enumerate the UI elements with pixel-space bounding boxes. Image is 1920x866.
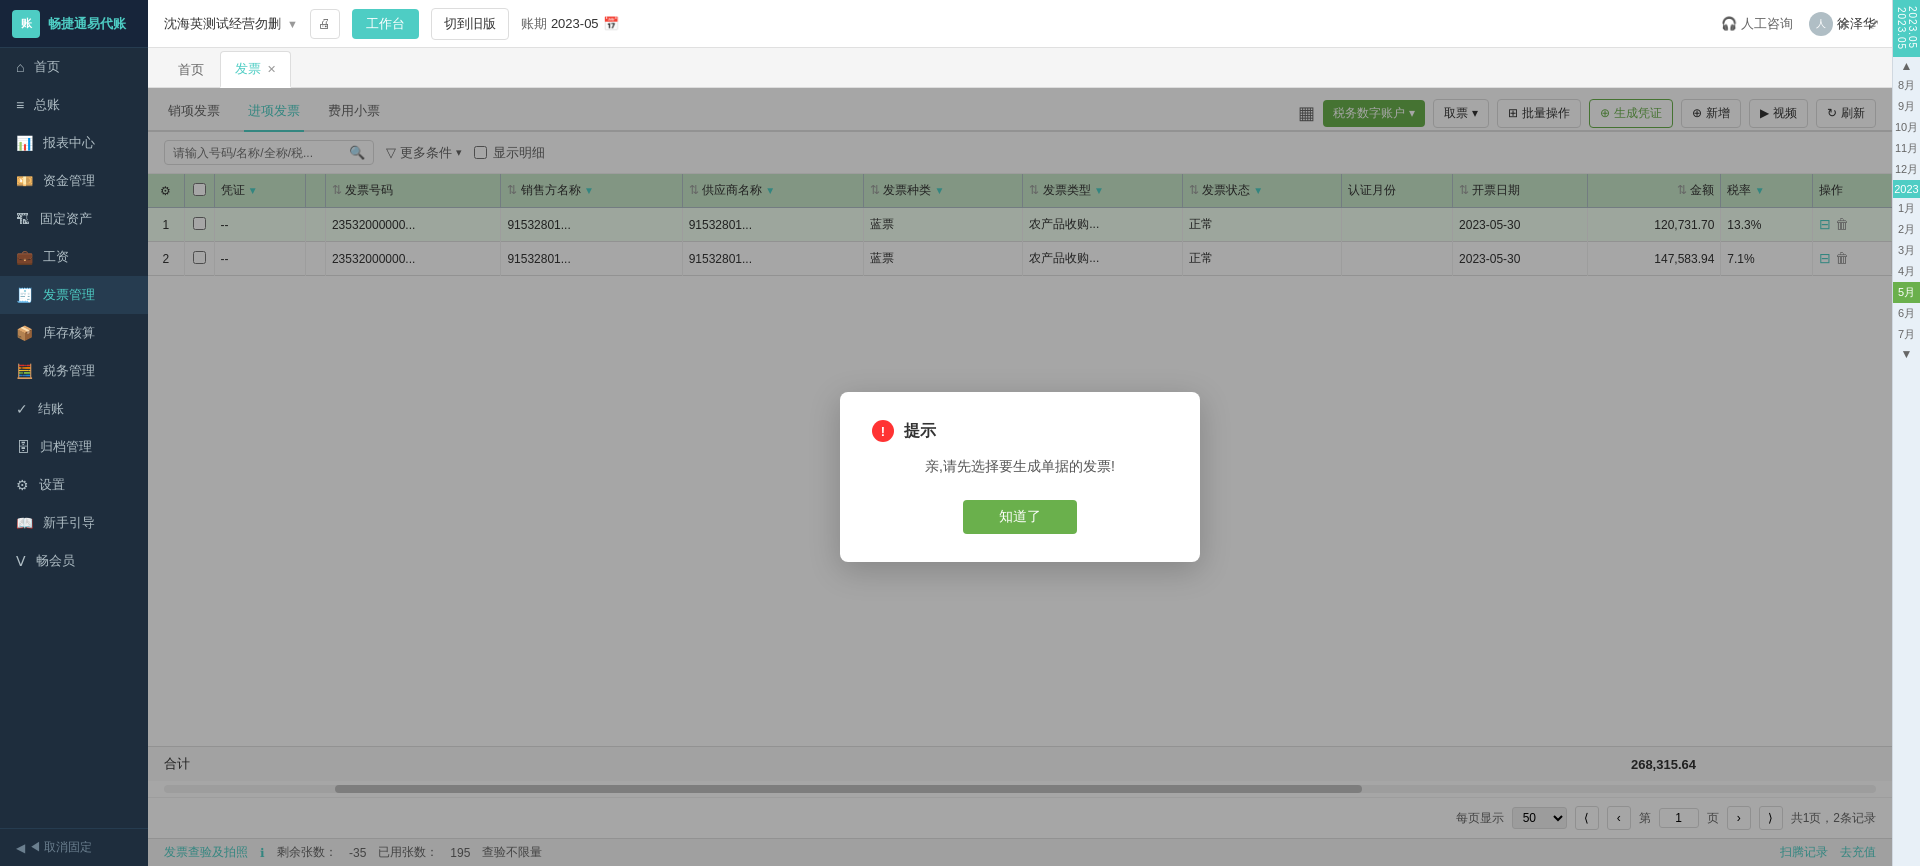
settings-icon: ⚙: [16, 477, 29, 493]
member-icon: Ⅴ: [16, 553, 26, 569]
sidebar-item-member[interactable]: Ⅴ 畅会员: [0, 542, 148, 580]
month-7[interactable]: 7月: [1893, 324, 1920, 345]
sidebar-item-capital[interactable]: 💴 资金管理: [0, 162, 148, 200]
period-up-arrow[interactable]: ▲: [1893, 57, 1920, 75]
unpin-label[interactable]: ◀ 取消固定: [29, 839, 92, 856]
month-3[interactable]: 3月: [1893, 240, 1920, 261]
ledger-icon: ≡: [16, 97, 24, 113]
tab-invoice[interactable]: 发票 ✕: [220, 51, 291, 88]
company-selector[interactable]: 沈海英测试经营勿删 ▼: [164, 15, 298, 33]
archive-icon: 🗄: [16, 439, 30, 455]
logo-text: 畅捷通易代账: [48, 15, 126, 33]
workspace-button[interactable]: 工作台: [352, 9, 419, 39]
period-selector-label[interactable]: 2023.05 2023.05: [1893, 0, 1920, 57]
sidebar-item-salary[interactable]: 💼 工资: [0, 238, 148, 276]
headset-icon: 🎧: [1721, 16, 1737, 31]
month-10[interactable]: 10月: [1893, 117, 1920, 138]
close-window-button[interactable]: ✕: [1830, 10, 1858, 38]
month-1[interactable]: 1月: [1893, 198, 1920, 219]
invoice-icon: 🧾: [16, 287, 33, 303]
tax-icon: 🧮: [16, 363, 33, 379]
company-name: 沈海英测试经营勿删: [164, 15, 281, 33]
inventory-icon: 📦: [16, 325, 33, 341]
topbar: 沈海英测试经营勿删 ▼ 🖨 工作台 切到旧版 账期 2023-05 📅 🎧 人工…: [148, 0, 1892, 48]
sidebar-item-guide[interactable]: 📖 新手引导: [0, 504, 148, 542]
sidebar-item-assets[interactable]: 🏗 固定资产: [0, 200, 148, 238]
guide-icon: 📖: [16, 515, 33, 531]
sidebar-item-inventory[interactable]: 📦 库存核算: [0, 314, 148, 352]
page-content: 销项发票 进项发票 费用小票 ▦ 税务数字账户 ▾ 取票: [148, 88, 1892, 866]
sidebar-item-ledger[interactable]: ≡ 总账: [0, 86, 148, 124]
modal-body: 亲,请先选择要生成单据的发票!: [872, 458, 1168, 476]
month-11[interactable]: 11月: [1893, 138, 1920, 159]
unpin-icon: ◀: [16, 841, 25, 855]
sidebar-item-tax[interactable]: 🧮 税务管理: [0, 352, 148, 390]
window-controls: ✕ ⤢: [1830, 0, 1888, 48]
sidebar-item-archive[interactable]: 🗄 归档管理: [0, 428, 148, 466]
support-button[interactable]: 🎧 人工咨询: [1721, 15, 1793, 33]
logo-icon: 账: [12, 10, 40, 38]
modal-box: ! 提示 亲,请先选择要生成单据的发票! 知道了: [840, 392, 1200, 562]
month-8[interactable]: 8月: [1893, 75, 1920, 96]
tab-home[interactable]: 首页: [164, 53, 218, 87]
sidebar-item-invoice[interactable]: 🧾 发票管理: [0, 276, 148, 314]
modal-title-text: 提示: [904, 421, 936, 442]
assets-icon: 🏗: [16, 211, 30, 227]
sidebar-logo[interactable]: 账 畅捷通易代账: [0, 0, 148, 48]
sidebar-item-settlement[interactable]: ✓ 结账: [0, 390, 148, 428]
maximize-window-button[interactable]: ⤢: [1860, 10, 1888, 38]
printer-icon-btn[interactable]: 🖨: [310, 9, 340, 39]
month-6[interactable]: 6月: [1893, 303, 1920, 324]
settlement-icon: ✓: [16, 401, 28, 417]
chevron-down-icon: ▼: [287, 18, 298, 30]
warning-icon: !: [872, 420, 894, 442]
tabs-row: 首页 发票 ✕: [148, 48, 1892, 88]
modal-overlay[interactable]: ! 提示 亲,请先选择要生成单据的发票! 知道了: [148, 88, 1892, 866]
sidebar-item-settings[interactable]: ⚙ 设置: [0, 466, 148, 504]
sidebar-item-home[interactable]: ⌂ 首页: [0, 48, 148, 86]
year-2023[interactable]: 2023: [1893, 180, 1920, 198]
month-5-current[interactable]: 5月: [1893, 282, 1920, 303]
month-12[interactable]: 12月: [1893, 159, 1920, 180]
capital-icon: 💴: [16, 173, 33, 189]
switch-version-button[interactable]: 切到旧版: [431, 8, 509, 40]
modal-title-row: ! 提示: [872, 420, 1168, 442]
modal-footer: 知道了: [872, 500, 1168, 534]
month-4[interactable]: 4月: [1893, 261, 1920, 282]
month-9[interactable]: 9月: [1893, 96, 1920, 117]
period-label: 账期 2023-05 📅: [521, 15, 619, 33]
modal-ok-button[interactable]: 知道了: [963, 500, 1077, 534]
month-2[interactable]: 2月: [1893, 219, 1920, 240]
reports-icon: 📊: [16, 135, 33, 151]
home-icon: ⌂: [16, 59, 24, 75]
calendar-icon[interactable]: 📅: [603, 16, 619, 31]
period-down-arrow[interactable]: ▼: [1893, 345, 1920, 363]
sidebar: 账 畅捷通易代账 ⌂ 首页 ≡ 总账 📊 报表中心 💴 资金管理 🏗 固定资产 …: [0, 0, 148, 866]
sidebar-item-reports[interactable]: 📊 报表中心: [0, 124, 148, 162]
right-period-panel: 2023.05 2023.05 ▲ 8月 9月 10月 11月 12月 2023…: [1892, 0, 1920, 866]
salary-icon: 💼: [16, 249, 33, 265]
tab-close-icon[interactable]: ✕: [267, 63, 276, 76]
